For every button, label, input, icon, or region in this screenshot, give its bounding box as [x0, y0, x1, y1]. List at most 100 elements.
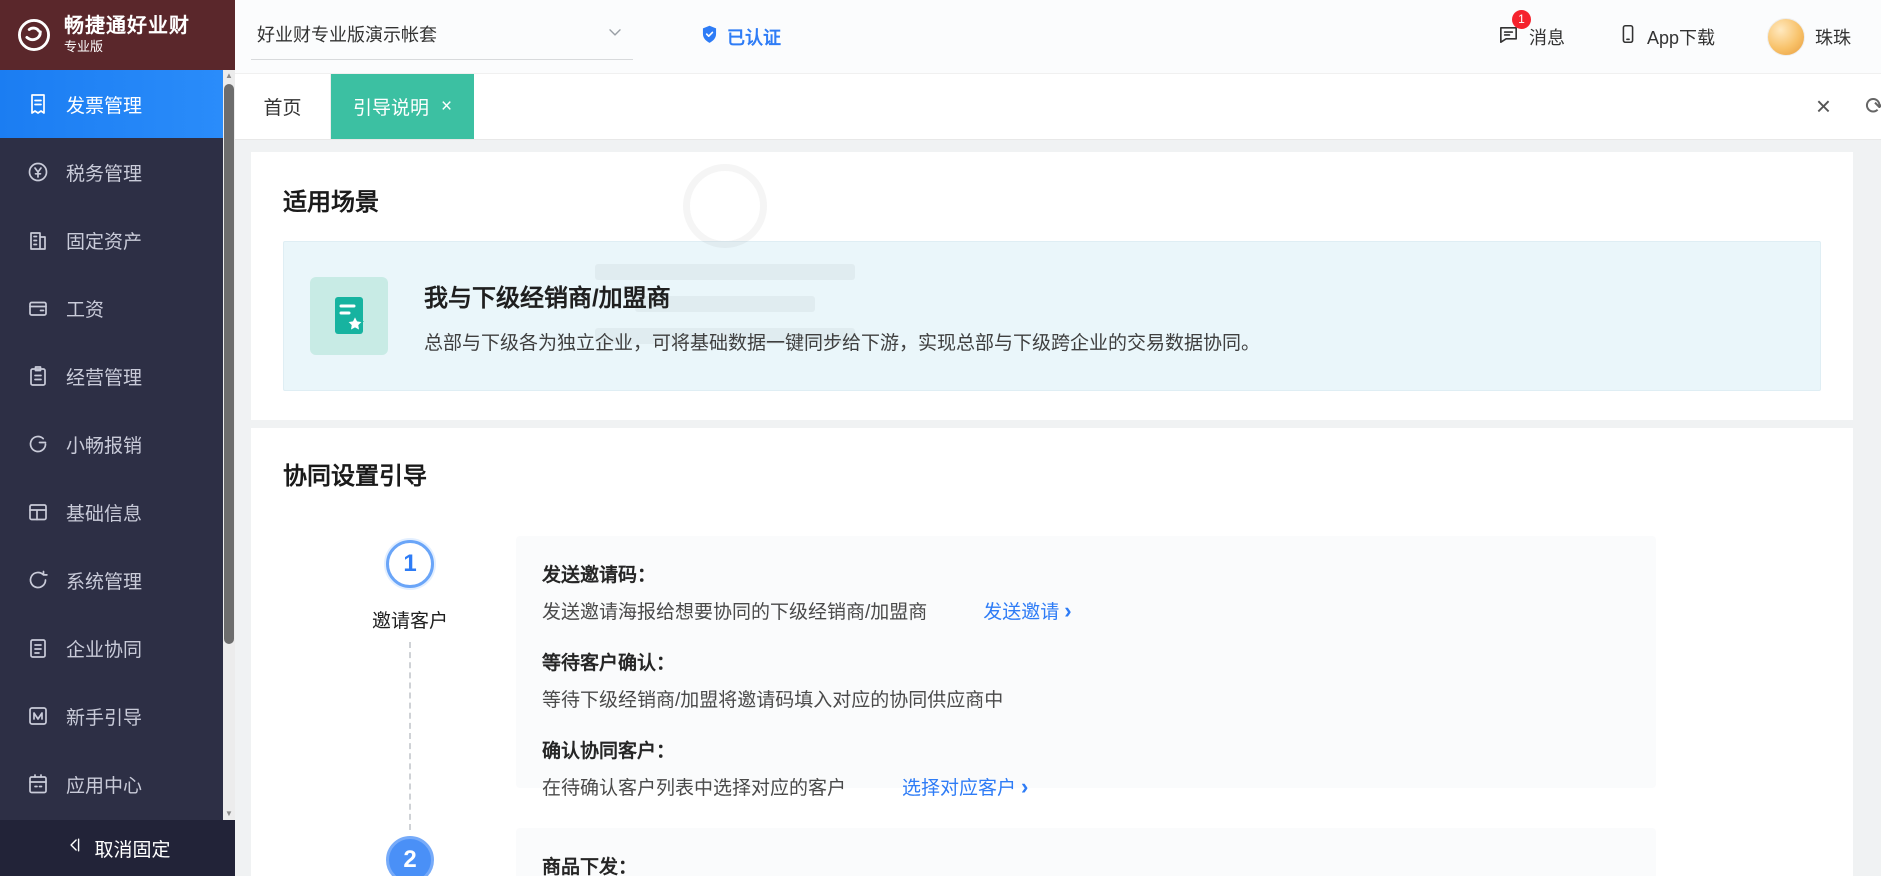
- scenario-section: 适用场景 我与下级经销商/加盟商 总部与下级各为独立企业，可将基础数据一键同步给…: [251, 152, 1853, 420]
- sidebar-item-label: 应用中心: [66, 775, 143, 797]
- sidebar-item-label: 系统管理: [66, 571, 143, 593]
- brand-logo-icon: [14, 15, 54, 55]
- wallet-icon: [26, 296, 50, 320]
- sidebar-item-app-center[interactable]: 应用中心: [0, 750, 223, 818]
- refresh-icon: [26, 568, 50, 592]
- table-icon: [26, 500, 50, 524]
- certified-shield-icon: [699, 24, 720, 50]
- sidebar-item-fixed-assets[interactable]: 固定资产: [0, 206, 223, 274]
- unpin-sidebar-button[interactable]: 取消固定: [0, 820, 235, 876]
- chevron-down-icon: [605, 22, 625, 47]
- send-invite-code-title: 发送邀请码：: [542, 565, 657, 586]
- tab-guide-label: 引导说明: [353, 98, 430, 119]
- collaboration-icon: [26, 636, 50, 660]
- user-profile[interactable]: 珠珠: [1767, 17, 1851, 56]
- tab-overflow-icon[interactable]: ⟳: [1865, 92, 1881, 121]
- app-download-button[interactable]: App下载: [1617, 23, 1715, 50]
- send-invite-code-text: 发送邀请海报给想要协同的下级经销商/加盟商: [542, 602, 928, 623]
- step-1-panel: 发送邀请码： 发送邀请海报给想要协同的下级经销商/加盟商 发送邀请 › 等待客户…: [516, 536, 1656, 799]
- step-1-badge: 1: [386, 540, 434, 588]
- unpin-label: 取消固定: [94, 839, 171, 861]
- wait-confirm-text: 等待下级经销商/加盟将邀请码填入对应的协同供应商中: [542, 690, 1004, 711]
- step-1-label: 邀请客户: [371, 611, 448, 632]
- chevron-right-icon: ›: [1021, 773, 1029, 799]
- setup-guide-section: 协同设置引导 1 邀请客户 2 发送邀请码： 发送邀请海报给想要协同的下级经销商…: [251, 428, 1853, 876]
- sidebar-item-label: 工资: [66, 299, 105, 321]
- goods-dispatch-title: 商品下发：: [542, 857, 638, 876]
- messages-label: 消息: [1528, 27, 1565, 48]
- main-content: 适用场景 我与下级经销商/加盟商 总部与下级各为独立企业，可将基础数据一键同步给…: [235, 140, 1881, 876]
- tab-home-label: 首页: [263, 98, 302, 119]
- section-title-scenarios: 适用场景: [283, 189, 379, 216]
- sidebar-item-newbie-guide[interactable]: 新手引导: [0, 682, 223, 750]
- brand-edition: 专业版: [64, 39, 104, 55]
- sidebar-item-label: 税务管理: [66, 163, 143, 185]
- confirm-customer-text: 在待确认客户列表中选择对应的客户: [542, 778, 847, 799]
- app-window: 畅捷通好业财 专业版 发票管理 税务管理 固定资产 工资 经营管理 小畅报销 基…: [0, 0, 1881, 876]
- app-download-label: App下载: [1646, 27, 1715, 48]
- brand-name: 畅捷通好业财: [64, 15, 190, 38]
- tab-actions: × ⟳: [1808, 74, 1881, 139]
- sidebar-item-label: 小畅报销: [66, 435, 143, 457]
- sidebar-item-tax[interactable]: 税务管理: [0, 138, 223, 206]
- building-icon: [26, 228, 50, 252]
- messages-button[interactable]: 1 消息: [1497, 9, 1565, 51]
- tab-guide[interactable]: 引导说明 ×: [331, 74, 475, 139]
- certified-label: 已认证: [727, 27, 781, 48]
- sidebar-scrollbar[interactable]: ▲ ▼: [223, 70, 235, 820]
- step-2-badge: 2: [386, 836, 434, 876]
- invoice-icon: [26, 92, 50, 116]
- sidebar-item-label: 经营管理: [66, 367, 143, 389]
- messages-count-badge: 1: [1511, 9, 1531, 29]
- account-selector[interactable]: 好业财专业版演示帐套: [251, 13, 633, 60]
- sidebar-item-salary[interactable]: 工资: [0, 274, 223, 342]
- certified-badge: 已认证: [699, 24, 781, 50]
- sidebar-item-label: 基础信息: [66, 503, 143, 525]
- step-connector-line: [409, 642, 411, 830]
- steps: 1 邀请客户 2 发送邀请码： 发送邀请海报给想要协同的下级经销商/加盟商 发送…: [251, 428, 1853, 876]
- sidebar-item-label: 企业协同: [66, 639, 143, 661]
- brand-logo: 畅捷通好业财 专业版: [0, 0, 235, 70]
- tab-home[interactable]: 首页: [235, 74, 331, 139]
- sidebar-item-invoice[interactable]: 发票管理: [0, 70, 223, 138]
- topbar: 好业财专业版演示帐套 已认证 1 消息 App下载 珠珠: [235, 0, 1881, 74]
- unpin-icon: [64, 835, 84, 861]
- document-star-icon: [310, 277, 388, 355]
- expense-g-icon: [26, 432, 50, 456]
- sidebar-item-business[interactable]: 经营管理: [0, 342, 223, 410]
- chevron-right-icon: ›: [1064, 597, 1072, 623]
- avatar: [1767, 17, 1805, 56]
- scrollbar-thumb[interactable]: [224, 84, 234, 644]
- confirm-customer-title: 确认协同客户：: [542, 741, 676, 762]
- calendar-icon: [26, 772, 50, 796]
- sidebar-item-system[interactable]: 系统管理: [0, 546, 223, 614]
- tab-close-icon[interactable]: ×: [441, 97, 452, 116]
- sidebar-item-label: 发票管理: [66, 95, 143, 117]
- sidebar: 畅捷通好业财 专业版 发票管理 税务管理 固定资产 工资 经营管理 小畅报销 基…: [0, 0, 235, 876]
- scenario-title: 我与下级经销商/加盟商: [424, 284, 671, 312]
- sidebar-item-label: 新手引导: [66, 707, 143, 729]
- close-tabs-icon[interactable]: ×: [1808, 91, 1839, 122]
- phone-icon: [1617, 23, 1639, 50]
- scenario-description: 总部与下级各为独立企业，可将基础数据一键同步给下游，实现总部与下级跨企业的交易数…: [424, 332, 1261, 354]
- wait-confirm-title: 等待客户确认：: [542, 653, 676, 674]
- sidebar-item-expense[interactable]: 小畅报销: [0, 410, 223, 478]
- sidebar-item-basic-info[interactable]: 基础信息: [0, 478, 223, 546]
- scroll-down-icon[interactable]: ▼: [223, 808, 235, 820]
- username: 珠珠: [1815, 27, 1851, 48]
- tax-icon: [26, 160, 50, 184]
- step-1-number: 1: [403, 550, 417, 577]
- scroll-up-icon[interactable]: ▲: [223, 70, 235, 82]
- step-2-number: 2: [403, 846, 417, 873]
- sidebar-item-collaboration[interactable]: 企业协同: [0, 614, 223, 682]
- scenario-card: 我与下级经销商/加盟商 总部与下级各为独立企业，可将基础数据一键同步给下游，实现…: [283, 241, 1821, 391]
- clipboard-icon: [26, 364, 50, 388]
- section-title-setup-guide: 协同设置引导: [283, 463, 427, 490]
- new-badge-icon: [26, 704, 50, 728]
- send-invite-link[interactable]: 发送邀请 ›: [983, 597, 1071, 624]
- select-customer-link[interactable]: 选择对应客户 ›: [902, 773, 1028, 800]
- step-2-panel: 商品下发：: [516, 828, 1656, 876]
- tabbar: 首页 引导说明 × × ⟳: [235, 74, 1881, 140]
- sidebar-menu: 发票管理 税务管理 固定资产 工资 经营管理 小畅报销 基础信息 系统管理 企业…: [0, 70, 223, 820]
- account-name: 好业财专业版演示帐套: [257, 25, 437, 45]
